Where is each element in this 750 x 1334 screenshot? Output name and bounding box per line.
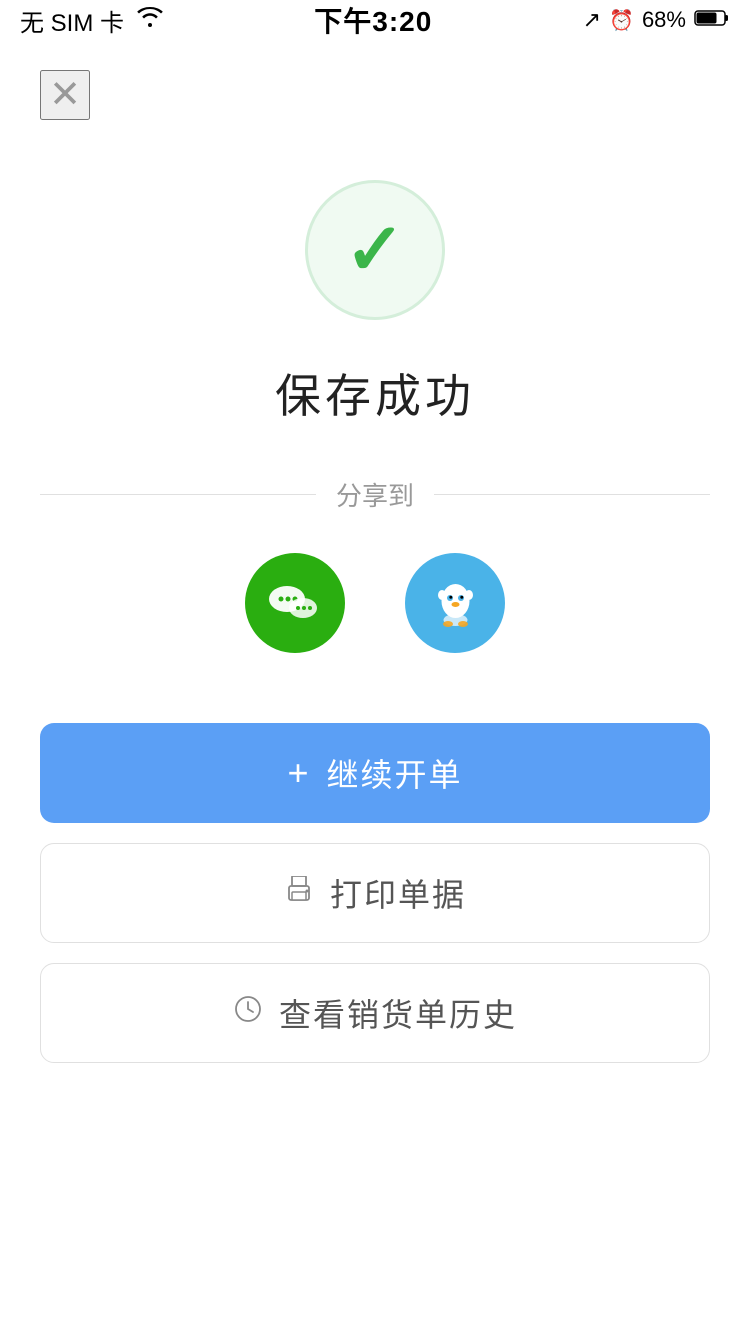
success-section: ✓ 保存成功 (0, 120, 750, 476)
close-area: ✕ (0, 40, 750, 120)
continue-order-button[interactable]: + 继续开单 (40, 723, 710, 823)
status-right: ↗ ⏰ 68% (583, 6, 730, 34)
action-buttons: + 继续开单 打印单据 查看销货单历史 (0, 723, 750, 1063)
location-icon: ↗ (583, 7, 601, 33)
status-left: 无 SIM 卡 (20, 3, 164, 38)
wechat-share-button[interactable] (245, 553, 345, 653)
continue-order-label: 继续开单 (327, 750, 463, 796)
no-sim-text: 无 SIM 卡 (20, 3, 124, 38)
battery-percent: 68% (642, 7, 686, 33)
close-button[interactable]: ✕ (40, 70, 90, 120)
wechat-icon (265, 573, 325, 633)
qq-icon (428, 576, 483, 631)
share-icons-container (40, 553, 710, 653)
plus-icon: + (287, 752, 310, 794)
close-icon: ✕ (49, 76, 81, 114)
status-bar: 无 SIM 卡 下午3:20 ↗ ⏰ 68% (0, 0, 750, 40)
checkmark-icon: ✓ (345, 214, 405, 286)
history-label: 查看销货单历史 (279, 990, 517, 1036)
print-icon (284, 876, 314, 911)
alarm-icon: ⏰ (609, 8, 634, 33)
share-section: 分享到 (0, 476, 750, 653)
print-label: 打印单据 (330, 870, 466, 916)
history-icon (233, 994, 263, 1032)
qq-share-button[interactable] (405, 553, 505, 653)
battery-icon (694, 6, 730, 34)
success-title: 保存成功 (275, 360, 475, 426)
share-label: 分享到 (336, 476, 414, 513)
status-time: 下午3:20 (314, 0, 432, 40)
share-divider: 分享到 (40, 476, 710, 513)
divider-left (40, 494, 316, 495)
divider-right (434, 494, 710, 495)
wifi-icon (136, 6, 164, 34)
history-button[interactable]: 查看销货单历史 (40, 963, 710, 1063)
success-circle: ✓ (305, 180, 445, 320)
print-button[interactable]: 打印单据 (40, 843, 710, 943)
